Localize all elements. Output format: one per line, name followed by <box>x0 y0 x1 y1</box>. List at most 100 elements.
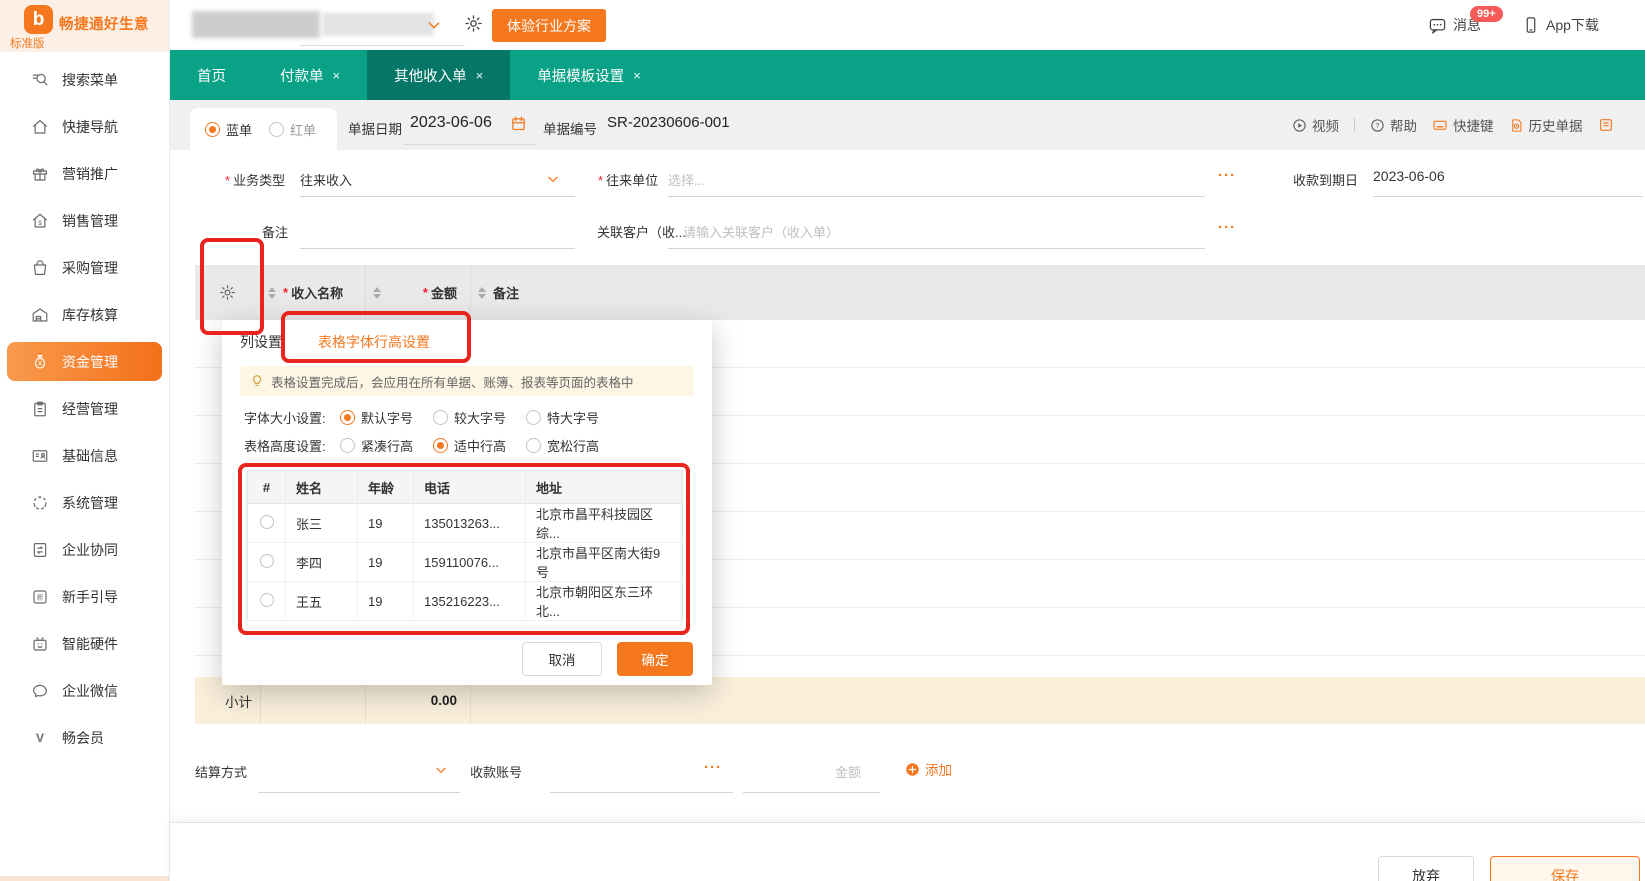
tab-label: 单据模板设置 <box>537 68 625 85</box>
sidebar-item-purchase[interactable]: 采购管理 <box>0 244 169 291</box>
receive-account-label: 收款账号 <box>470 765 523 780</box>
smart-device-icon <box>31 635 49 653</box>
doc-date-value[interactable]: 2023-06-06 <box>410 114 492 132</box>
help-label: 帮助 <box>1390 119 1417 134</box>
radio-icon[interactable] <box>259 592 274 607</box>
shortcuts-link[interactable]: 快捷键 <box>1432 115 1494 135</box>
sidebar-item-member[interactable]: V 畅会员 <box>0 714 169 761</box>
row-height-loose-radio[interactable]: 宽松行高 <box>526 436 619 455</box>
grid-col-amount[interactable]: * 金额 <box>365 265 470 320</box>
settlement-amount-placeholder[interactable]: 金额 <box>835 762 861 781</box>
app-download-entry[interactable]: App下载 <box>1522 0 1599 50</box>
sidebar-item-system[interactable]: 系统管理 <box>0 479 169 526</box>
chevron-down-icon[interactable] <box>434 763 448 777</box>
discard-button[interactable]: 放弃 <box>1378 856 1474 881</box>
blue-doc-radio[interactable]: 蓝单 <box>205 120 252 139</box>
member-v-icon: V <box>31 729 49 747</box>
brand-edition: 标准版 <box>10 38 45 50</box>
chevron-down-icon[interactable] <box>426 17 442 33</box>
related-customer-label: 关联客户（收... <box>597 225 686 240</box>
partner-picker-ellipsis[interactable]: ··· <box>1218 167 1236 184</box>
cancel-button[interactable]: 取消 <box>522 642 602 676</box>
font-size-large-radio[interactable]: 较大字号 <box>433 408 526 427</box>
sidebar-item-funds[interactable]: ¥ 资金管理 <box>7 342 162 381</box>
close-icon[interactable]: × <box>333 68 341 83</box>
row-height-medium-radio[interactable]: 适中行高 <box>433 436 526 455</box>
doc-date-label: 单据日期 <box>348 122 402 137</box>
font-size-default-radio[interactable]: 默认字号 <box>340 408 433 427</box>
tab-font-row-height-settings[interactable]: 表格字体行高设置 <box>318 332 430 361</box>
grid-col-income-name[interactable]: * 收入名称 <box>260 265 365 320</box>
radio-icon <box>340 438 355 453</box>
due-date-value[interactable]: 2023-06-06 <box>1373 168 1445 184</box>
experience-industry-button[interactable]: 体验行业方案 <box>492 9 606 42</box>
clipboard-icon <box>31 400 49 418</box>
sidebar-item-search-menu[interactable]: 搜索菜单 <box>0 56 169 103</box>
close-icon[interactable]: × <box>633 68 641 83</box>
partner-placeholder[interactable]: 选择... <box>668 170 705 189</box>
money-bag-icon: ¥ <box>31 353 49 371</box>
brand-name: 畅捷通好生意 <box>59 17 149 33</box>
related-customer-placeholder[interactable]: 请输入关联客户（收入单） <box>683 222 839 241</box>
business-type-value[interactable]: 往来收入 <box>300 170 352 189</box>
radio-icon <box>269 121 285 137</box>
row-height-setting-row: 表格高度设置: 紧凑行高 适中行高 宽松行高 <box>244 436 619 455</box>
gear-icon[interactable] <box>464 14 483 33</box>
remark-underline <box>300 248 575 249</box>
messages-badge: 99+ <box>1470 6 1503 22</box>
tab-payment-doc[interactable]: 付款单 × <box>253 50 367 100</box>
sidebar-item-basic-info[interactable]: 基础信息 <box>0 432 169 479</box>
font-size-xlarge-radio[interactable]: 特大字号 <box>526 408 619 427</box>
modal-tabs: 列设置 表格字体行高设置 <box>240 332 430 361</box>
sidebar-item-collaboration[interactable]: 企业协同 <box>0 526 169 573</box>
gear-icon[interactable] <box>219 284 236 301</box>
radio-icon[interactable] <box>259 553 274 568</box>
doc-no-label: 单据编号 <box>543 122 597 137</box>
clipped-toolbar-icon[interactable] <box>1598 117 1614 133</box>
history-docs-link[interactable]: 历史单据 <box>1509 115 1583 135</box>
sidebar-item-operations[interactable]: 经营管理 <box>0 385 169 432</box>
due-date-underline <box>1373 196 1643 197</box>
settlement-method-label: 结算方式 <box>195 765 248 780</box>
tab-home[interactable]: 首页 <box>170 50 253 100</box>
receive-account-ellipsis[interactable]: ··· <box>704 759 722 776</box>
radio-icon[interactable] <box>259 514 274 529</box>
logo-area: b 畅捷通好生意 标准版 <box>0 0 169 52</box>
col-label: 备注 <box>493 286 520 301</box>
sidebar-item-inventory[interactable]: 库存核算 <box>0 291 169 338</box>
sidebar-item-label: 企业协同 <box>62 541 118 558</box>
close-icon[interactable]: × <box>476 68 484 83</box>
lightbulb-icon <box>250 374 264 388</box>
wechat-chat-icon <box>31 682 49 700</box>
sidebar-item-quick-nav[interactable]: 快捷导航 <box>0 103 169 150</box>
doc-no-value: SR-20230606-001 <box>607 114 730 131</box>
sort-icon[interactable] <box>268 286 276 299</box>
related-customer-ellipsis[interactable]: ··· <box>1218 219 1236 236</box>
chevron-down-icon[interactable] <box>546 172 560 186</box>
tab-other-income-doc[interactable]: 其他收入单 × <box>367 50 511 100</box>
toolbar-links: 视频 ? 帮助 快捷键 历史单据 <box>1292 100 1614 150</box>
play-circle-icon <box>1292 118 1307 133</box>
grid-col-remark[interactable]: 备注 <box>470 265 1645 320</box>
help-link[interactable]: ? 帮助 <box>1370 115 1417 135</box>
sales-house-icon: $ <box>31 212 49 230</box>
video-link[interactable]: 视频 <box>1292 115 1339 135</box>
sort-icon[interactable] <box>373 286 381 299</box>
add-settlement-line-button[interactable]: 添加 <box>905 759 952 779</box>
sort-icon[interactable] <box>478 286 486 299</box>
system-circle-icon <box>31 494 49 512</box>
tab-column-settings[interactable]: 列设置 <box>240 332 282 361</box>
radio-selected-icon <box>340 410 355 425</box>
sidebar-item-smart-hardware[interactable]: 智能硬件 <box>0 620 169 667</box>
tab-template-settings[interactable]: 单据模板设置 × <box>510 50 668 100</box>
save-button[interactable]: 保存 <box>1490 856 1640 881</box>
red-doc-radio[interactable]: 红单 <box>269 120 316 139</box>
confirm-button[interactable]: 确定 <box>617 642 693 676</box>
sidebar-item-newbie-guide[interactable]: 新 新手引导 <box>0 573 169 620</box>
sidebar-item-sales[interactable]: $ 销售管理 <box>0 197 169 244</box>
calendar-icon[interactable] <box>510 115 527 132</box>
preview-table: # 姓名 年龄 电话 地址 张三 19 135013263... 北京市昌平科技… <box>247 470 683 621</box>
row-height-compact-radio[interactable]: 紧凑行高 <box>340 436 433 455</box>
sidebar-item-marketing[interactable]: 营销推广 <box>0 150 169 197</box>
sidebar-item-wecom[interactable]: 企业微信 <box>0 667 169 714</box>
